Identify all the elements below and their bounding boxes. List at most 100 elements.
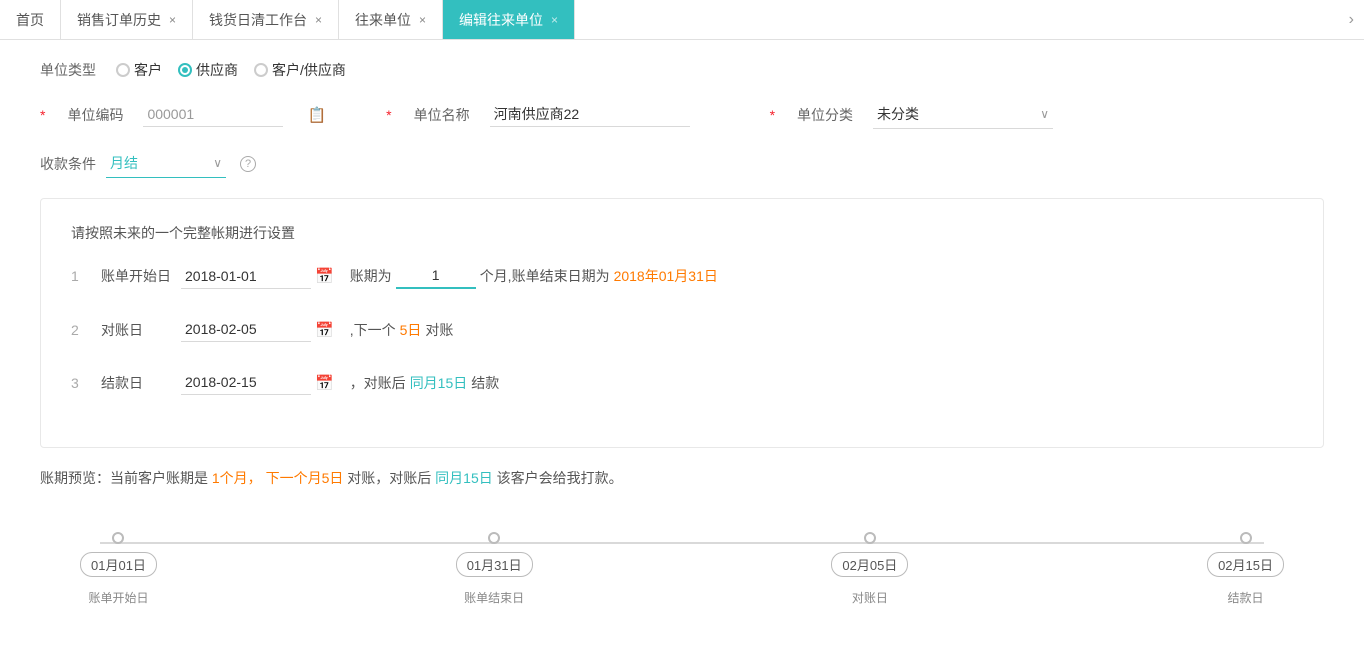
payment-desc-prefix: ，对账后 [350, 373, 406, 393]
radio-supplier-circle [178, 63, 192, 77]
radio-both[interactable]: 客户/供应商 [254, 60, 346, 80]
reconcile-desc: ,下一个 5日 对账 [350, 320, 454, 340]
radio-customer[interactable]: 客户 [116, 60, 162, 80]
section-instruction: 请按照未来的一个完整帐期进行设置 [71, 223, 1293, 243]
timeline-point-payment-circle [1240, 532, 1252, 544]
tab-partner[interactable]: 往来单位 × [339, 0, 443, 39]
help-icon[interactable]: ? [240, 156, 256, 172]
timeline-point-start: 01月01日 账单开始日 [80, 532, 157, 606]
payment-input[interactable] [181, 370, 311, 395]
billing-start-calendar-icon[interactable]: 📅 [315, 267, 334, 285]
tab-scroll-arrow[interactable]: › [1339, 11, 1364, 29]
payment-terms-value: 月结 [110, 153, 138, 173]
timeline-end-date: 01月31日 [456, 552, 533, 577]
radio-supplier-label: 供应商 [196, 60, 238, 80]
preview-payment-day: 同月15日 [435, 470, 493, 486]
payment-row: 3 结款日 📅 ，对账后 同月15日 结款 [71, 370, 1293, 395]
payment-calendar-icon[interactable]: 📅 [315, 374, 334, 392]
radio-both-label: 客户/供应商 [272, 60, 346, 80]
payment-desc: ，对账后 同月15日 结款 [350, 373, 500, 393]
tab-home-label: 首页 [16, 10, 44, 30]
unit-code-input[interactable] [143, 102, 283, 127]
preview-reconcile: 对账，对账后 [347, 470, 435, 486]
preview-next-day: 下一个月5日 [266, 470, 344, 486]
radio-customer-circle [116, 63, 130, 77]
billing-start-input[interactable] [181, 264, 311, 289]
reconcile-calendar-icon[interactable]: 📅 [315, 321, 334, 339]
timeline-payment-date: 02月15日 [1207, 552, 1284, 577]
unit-code-calendar-icon[interactable]: 📋 [307, 106, 326, 124]
unit-class-label: 单位分类 [797, 105, 853, 125]
reconcile-day-highlight: 5日 [400, 320, 422, 340]
period-desc-prefix: 账期为 [350, 266, 392, 286]
unit-class-value: 未分类 [877, 104, 919, 124]
reconcile-comma: ,下一个 [350, 320, 396, 340]
radio-both-circle [254, 63, 268, 77]
name-required: * [386, 107, 391, 123]
preview-label: 账期预览：当前客户账期是 [40, 470, 208, 486]
tab-edit-partner[interactable]: 编辑往来单位 × [443, 0, 575, 39]
reconcile-label: 对账日 [101, 320, 181, 340]
tab-partner-close[interactable]: × [419, 13, 426, 27]
timeline-point-payment: 02月15日 结款日 [1207, 532, 1284, 606]
tab-edit-partner-close[interactable]: × [551, 13, 558, 27]
radio-customer-label: 客户 [134, 60, 162, 80]
period-settings-section: 请按照未来的一个完整帐期进行设置 1 账单开始日 📅 账期为 个月,账单结束日期… [40, 198, 1324, 448]
tab-sales-close[interactable]: × [169, 13, 176, 27]
billing-start-row: 1 账单开始日 📅 账期为 个月,账单结束日期为 2018年01月31日 [71, 263, 1293, 289]
tab-cash-close[interactable]: × [315, 13, 322, 27]
timeline: 01月01日 账单开始日 01月31日 账单结束日 02月05日 对账日 02月… [40, 512, 1324, 646]
payment-day-highlight: 同月15日 [410, 373, 468, 393]
timeline-points: 01月01日 账单开始日 01月31日 账单结束日 02月05日 对账日 02月… [80, 532, 1284, 606]
preview-suffix: 该客户会给我打款。 [497, 470, 623, 486]
row-num-3: 3 [71, 375, 101, 391]
unit-type-row: 单位类型 客户 供应商 客户/供应商 [40, 60, 1324, 80]
radio-supplier[interactable]: 供应商 [178, 60, 238, 80]
timeline-payment-label: 结款日 [1228, 589, 1264, 606]
unit-name-label: 单位名称 [414, 105, 470, 125]
period-months-input[interactable] [396, 263, 476, 289]
payment-terms-arrow-icon: ∨ [213, 156, 222, 170]
payment-terms-row: 收款条件 月结 ∨ ? [40, 149, 1324, 178]
tab-partner-label: 往来单位 [355, 10, 411, 30]
timeline-reconcile-date: 02月05日 [831, 552, 908, 577]
class-required: * [770, 107, 775, 123]
preview-months: 1个月， [212, 470, 262, 486]
unit-type-label: 单位类型 [40, 60, 96, 80]
tab-sales-label: 销售订单历史 [77, 10, 161, 30]
timeline-start-label: 账单开始日 [88, 589, 148, 606]
main-content: 单位类型 客户 供应商 客户/供应商 * 单位编码 📋 * 单位名称 * 单位分… [0, 40, 1364, 666]
billing-end-date-highlight: 2018年01月31日 [614, 266, 718, 286]
tab-home[interactable]: 首页 [0, 0, 61, 39]
payment-label: 结款日 [101, 373, 181, 393]
tab-edit-partner-label: 编辑往来单位 [459, 10, 543, 30]
unit-name-input[interactable] [490, 102, 690, 127]
payment-terms-label: 收款条件 [40, 154, 96, 174]
timeline-point-end-circle [488, 532, 500, 544]
code-name-class-row: * 单位编码 📋 * 单位名称 * 单位分类 未分类 ∨ [40, 100, 1324, 129]
unit-class-dropdown[interactable]: 未分类 ∨ [873, 100, 1053, 129]
timeline-start-date: 01月01日 [80, 552, 157, 577]
timeline-point-reconcile: 02月05日 对账日 [831, 532, 908, 606]
preview-text: 账期预览：当前客户账期是 1个月， 下一个月5日 对账，对账后 同月15日 该客… [40, 468, 1324, 488]
billing-start-desc: 账期为 个月,账单结束日期为 2018年01月31日 [350, 263, 718, 289]
unit-type-radio-group: 客户 供应商 客户/供应商 [116, 60, 346, 80]
timeline-reconcile-label: 对账日 [852, 589, 888, 606]
payment-desc-suffix: 结款 [471, 373, 499, 393]
timeline-point-end: 01月31日 账单结束日 [456, 532, 533, 606]
payment-terms-dropdown[interactable]: 月结 ∨ [106, 149, 226, 178]
timeline-point-reconcile-circle [864, 532, 876, 544]
tab-bar: 首页 销售订单历史 × 钱货日清工作台 × 往来单位 × 编辑往来单位 × › [0, 0, 1364, 40]
tab-cash-label: 钱货日清工作台 [209, 10, 307, 30]
unit-code-label: 单位编码 [67, 105, 123, 125]
code-required: * [40, 107, 45, 123]
row-num-1: 1 [71, 268, 101, 284]
tab-cash-work[interactable]: 钱货日清工作台 × [193, 0, 339, 39]
tab-sales-history[interactable]: 销售订单历史 × [61, 0, 193, 39]
timeline-end-label: 账单结束日 [464, 589, 524, 606]
reconcile-row: 2 对账日 📅 ,下一个 5日 对账 [71, 317, 1293, 342]
timeline-point-start-circle [112, 532, 124, 544]
unit-class-arrow-icon: ∨ [1040, 107, 1049, 121]
billing-start-label: 账单开始日 [101, 266, 181, 286]
reconcile-input[interactable] [181, 317, 311, 342]
